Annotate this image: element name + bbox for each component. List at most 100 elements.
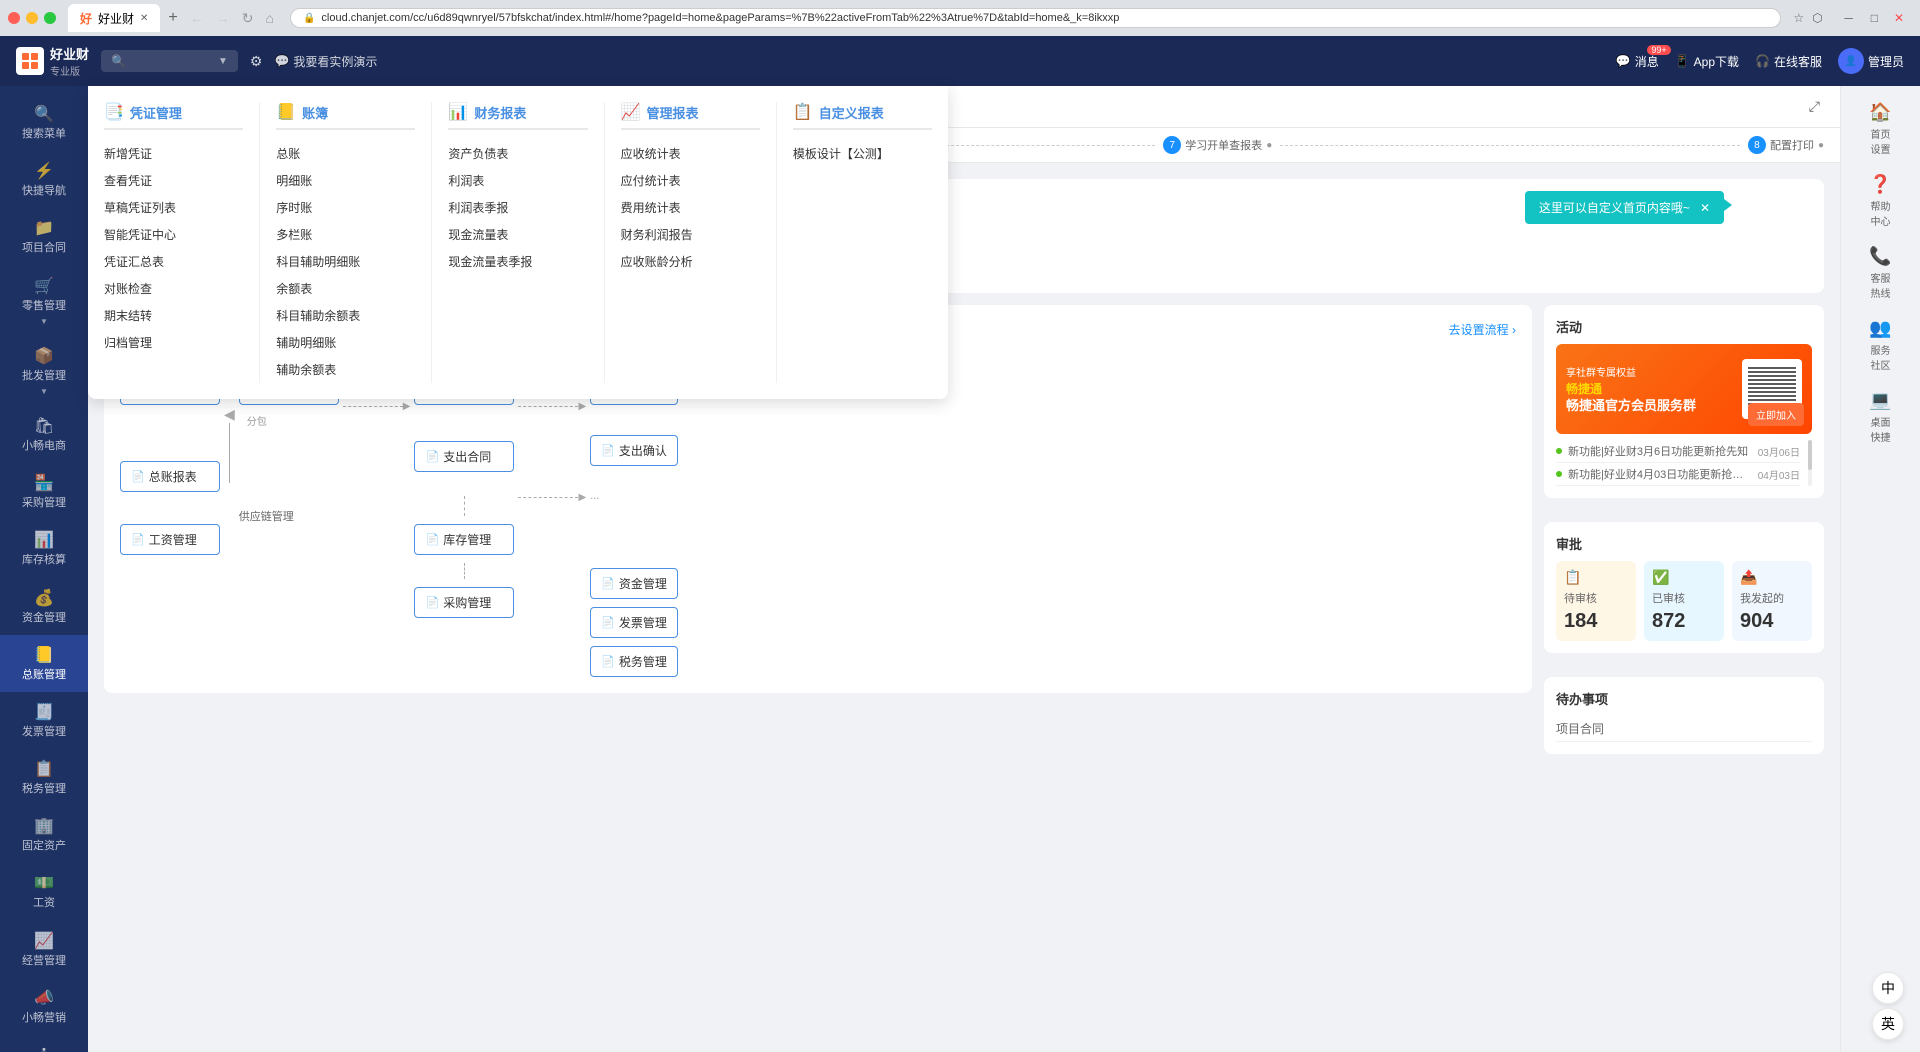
header-search[interactable]: 🔍 ▼	[101, 50, 238, 72]
bottom-btn-en[interactable]: 英	[1872, 1008, 1904, 1040]
dropdown-icon[interactable]: ▼	[218, 56, 228, 67]
menu-item-balance-sheet[interactable]: 资产负债表	[448, 140, 587, 167]
reload-btn[interactable]: ↻	[238, 8, 258, 29]
menu-item-view-voucher[interactable]: 查看凭证	[104, 167, 243, 194]
sidebar-item-ecommerce[interactable]: 🛍 小畅电商	[0, 406, 88, 463]
menu-item-template-design[interactable]: 模板设计【公测】	[793, 140, 932, 167]
tab-close-icon[interactable]: ✕	[140, 13, 148, 24]
right-panel-desktop[interactable]: 💻 桌面快捷	[1841, 382, 1920, 452]
address-bar[interactable]: 🔒 cloud.chanjet.com/cc/u6d89qwnryel/57bf…	[290, 8, 1781, 28]
user-avatar[interactable]: 👤 管理员	[1838, 48, 1904, 74]
step-8[interactable]: 8 配置打印 ●	[1748, 136, 1824, 154]
activity-banner[interactable]: 享社群专属权益 畅捷通 畅捷通官方会员服务群	[1556, 344, 1812, 434]
browser-min-btn[interactable]	[26, 12, 38, 24]
sidebar-item-retail[interactable]: 🛒 零售管理 ▼	[0, 266, 88, 336]
sidebar-item-inventory[interactable]: 📊 库存核算	[0, 520, 88, 577]
menu-item-smart-voucher[interactable]: 智能凭证中心	[104, 221, 243, 248]
sidebar-item-operations[interactable]: 📈 经营管理	[0, 921, 88, 978]
extension-icon[interactable]: ⬡	[1812, 11, 1822, 25]
right-panel-home-settings[interactable]: 🏠 首页设置	[1841, 94, 1920, 164]
approval-card-pending[interactable]: 📋 待审核 184	[1556, 561, 1636, 641]
menu-item-period-end[interactable]: 期末结转	[104, 302, 243, 329]
flow-box-ledger[interactable]: 📄 总账报表	[120, 461, 220, 492]
sidebar-item-shortcuts[interactable]: ⚡ 快捷导航	[0, 151, 88, 208]
browser-tab[interactable]: 好 好业财 ✕	[68, 4, 160, 32]
menu-item-detail[interactable]: 明细账	[276, 167, 415, 194]
sidebar-item-salary[interactable]: 💵 工资	[0, 863, 88, 920]
menu-item-balance[interactable]: 余额表	[276, 275, 415, 302]
bookmark-icon[interactable]: ☆	[1793, 11, 1804, 25]
settings-icon[interactable]: ⚙	[250, 53, 263, 70]
sidebar-item-invoice[interactable]: 🧾 发票管理	[0, 692, 88, 749]
menu-item-cashflow[interactable]: 现金流量表	[448, 221, 587, 248]
todo-row-1[interactable]: 项目合同	[1556, 716, 1812, 742]
menu-item-subject-balance[interactable]: 科目辅助余额表	[276, 302, 415, 329]
online-service-btn[interactable]: 🎧 在线客服	[1755, 53, 1822, 70]
search-input[interactable]	[132, 54, 212, 68]
win-close-btn[interactable]: ✕	[1886, 9, 1912, 27]
approval-card-done[interactable]: ✅ 已审核 872	[1644, 561, 1724, 641]
app-download-btn[interactable]: 📱 App下载	[1675, 53, 1739, 70]
flow-box-expense-confirm[interactable]: 📄 支出确认	[590, 435, 678, 466]
flow-box-inventory[interactable]: 📄 库存管理	[414, 524, 514, 555]
win-restore-btn[interactable]: □	[1863, 9, 1886, 27]
approval-card-sent[interactable]: 📤 我发起的 904	[1732, 561, 1812, 641]
new-tab-btn[interactable]: +	[164, 9, 181, 27]
menu-item-aux-balance[interactable]: 辅助余额表	[276, 356, 415, 383]
customize-tip-close[interactable]: ✕	[1700, 201, 1710, 215]
news-item-1[interactable]: 新功能|好业财3月6日功能更新抢先知 03月06日	[1556, 440, 1800, 463]
menu-item-draft-voucher[interactable]: 草稿凭证列表	[104, 194, 243, 221]
menu-item-income[interactable]: 利润表	[448, 167, 587, 194]
menu-item-general[interactable]: 总账	[276, 140, 415, 167]
sidebar-item-marketing[interactable]: 📣 小畅营销	[0, 978, 88, 1035]
sidebar-item-accounting[interactable]: 📒 总账管理	[0, 635, 88, 692]
menu-item-income-quarterly[interactable]: 利润表季报	[448, 194, 587, 221]
right-panel-help[interactable]: ❓ 帮助中心	[1841, 166, 1920, 236]
sidebar-item-search[interactable]: 🔍 搜索菜单	[0, 94, 88, 151]
sidebar-item-finance[interactable]: 💰 资金管理	[0, 578, 88, 635]
menu-item-subject-detail[interactable]: 科目辅助明细账	[276, 248, 415, 275]
activity-cta[interactable]: 立即加入	[1748, 403, 1804, 426]
back-btn[interactable]: ←	[186, 8, 208, 28]
step-7[interactable]: 7 学习开单查报表 ●	[1163, 136, 1272, 154]
menu-item-aging-analysis[interactable]: 应收账龄分析	[621, 248, 760, 275]
sidebar-item-tax[interactable]: 📋 税务管理	[0, 749, 88, 806]
right-panel-customer[interactable]: 📞 客服热线	[1841, 238, 1920, 308]
expand-icon[interactable]: ⤢	[1801, 90, 1828, 123]
menu-item-receivable-stats[interactable]: 应收统计表	[621, 140, 760, 167]
flow-box-capital[interactable]: 📄 资金管理	[590, 568, 678, 599]
menu-item-cashflow-quarterly[interactable]: 现金流量表季报	[448, 248, 587, 275]
messages-btn[interactable]: 💬 消息 99+	[1616, 53, 1659, 70]
sidebar-item-wholesale[interactable]: 📦 批发管理 ▼	[0, 336, 88, 406]
browser-max-btn[interactable]	[44, 12, 56, 24]
menu-item-payable-stats[interactable]: 应付统计表	[621, 167, 760, 194]
flow-box-purchase[interactable]: 📄 采购管理	[414, 587, 514, 618]
sidebar-item-project[interactable]: 📁 项目合同	[0, 208, 88, 265]
sidebar-item-purchase[interactable]: 🏪 采购管理	[0, 463, 88, 520]
sidebar-item-assets[interactable]: 🏢 固定资产	[0, 806, 88, 863]
menu-item-reconciliation[interactable]: 对账检查	[104, 275, 243, 302]
menu-item-voucher-summary[interactable]: 凭证汇总表	[104, 248, 243, 275]
sidebar-item-basics[interactable]: ℹ 基础信息	[0, 1035, 88, 1052]
bottom-btn-cn[interactable]: 中	[1872, 972, 1904, 1004]
menu-item-aux-detail[interactable]: 辅助明细账	[276, 329, 415, 356]
menu-item-multi-column[interactable]: 多栏账	[276, 221, 415, 248]
flow-box-tax[interactable]: 📄 税务管理	[590, 646, 678, 677]
demo-link[interactable]: 💬 我要看实例演示	[274, 53, 377, 70]
forward-btn[interactable]: →	[212, 8, 234, 28]
menu-item-sequential[interactable]: 序时账	[276, 194, 415, 221]
news-item-2[interactable]: 新功能|好业财4月03日功能更新抢先知 04月03日	[1556, 463, 1800, 486]
home-btn[interactable]: ⌂	[262, 8, 278, 28]
menu-item-add-voucher[interactable]: 新增凭证	[104, 140, 243, 167]
browser-close-btn[interactable]	[8, 12, 20, 24]
news-scrollbar[interactable]	[1808, 440, 1812, 486]
flow-box-expense-contract[interactable]: 📄 支出合同	[414, 441, 514, 472]
win-minimize-btn[interactable]: －	[1835, 8, 1863, 29]
flow-box-invoice[interactable]: 📄 发票管理	[590, 607, 678, 638]
menu-item-archive[interactable]: 归档管理	[104, 329, 243, 356]
flow-box-salary[interactable]: 📄 工资管理	[120, 524, 220, 555]
menu-item-profit-report[interactable]: 财务利润报告	[621, 221, 760, 248]
menu-item-expense-stats[interactable]: 费用统计表	[621, 194, 760, 221]
right-panel-community[interactable]: 👥 服务社区	[1841, 310, 1920, 380]
flow-setup-link[interactable]: 去设置流程 ›	[1449, 321, 1516, 338]
